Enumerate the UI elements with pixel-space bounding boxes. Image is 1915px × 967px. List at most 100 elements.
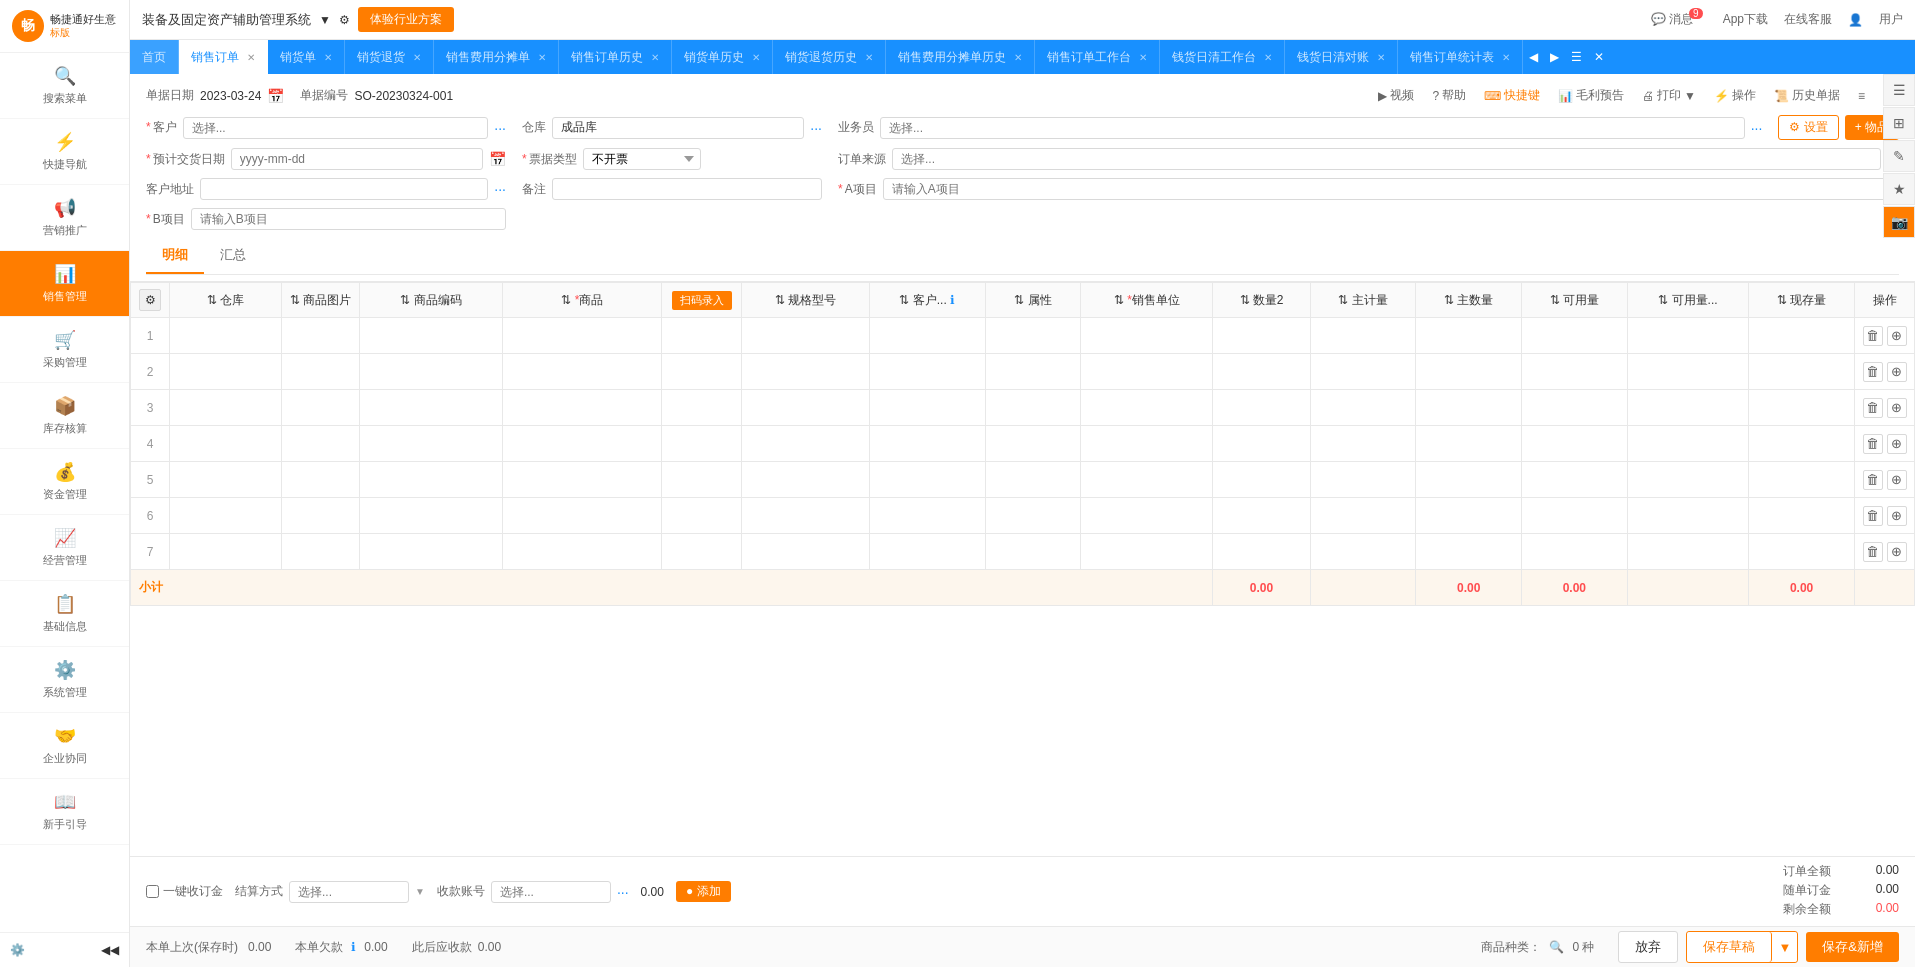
row-5-copy-icon[interactable]: ⊕ bbox=[1887, 470, 1907, 490]
row-7-copy-icon[interactable]: ⊕ bbox=[1887, 542, 1907, 562]
save-new-button[interactable]: 保存&新增 bbox=[1806, 932, 1899, 962]
row-4-customer-code[interactable] bbox=[869, 426, 985, 462]
row-6-main-unit[interactable] bbox=[1310, 498, 1416, 534]
settings-button[interactable]: ⚙ 设置 bbox=[1778, 115, 1838, 140]
sidebar-item-guide[interactable]: 📖 新手引导 bbox=[0, 779, 129, 845]
row-6-delete-icon[interactable]: 🗑 bbox=[1863, 506, 1883, 526]
add-account-button[interactable]: ● 添加 bbox=[676, 881, 731, 902]
scan-button[interactable]: 扫码录入 bbox=[672, 291, 732, 310]
row-3-product[interactable] bbox=[503, 390, 662, 426]
row-2-main-unit[interactable] bbox=[1310, 354, 1416, 390]
account-input[interactable] bbox=[491, 881, 611, 903]
sidebar-item-basic-info[interactable]: 📋 基础信息 bbox=[0, 581, 129, 647]
tab-sales-stats[interactable]: 销售订单统计表 ✕ bbox=[1398, 40, 1523, 74]
checkout-method-arrow-icon[interactable]: ▼ bbox=[415, 886, 425, 897]
tab-detail[interactable]: 明细 bbox=[146, 238, 204, 274]
row-3-main-unit[interactable] bbox=[1310, 390, 1416, 426]
tab-close-sales-return[interactable]: ✕ bbox=[413, 52, 421, 63]
auto-checkout-checkbox[interactable] bbox=[146, 885, 159, 898]
row-2-unit[interactable] bbox=[1081, 354, 1213, 390]
tab-sales-cost[interactable]: 销售费用分摊单 ✕ bbox=[434, 40, 559, 74]
row-6-spec[interactable] bbox=[742, 498, 869, 534]
row-7-product[interactable] bbox=[503, 534, 662, 570]
warehouse-input[interactable] bbox=[552, 117, 804, 139]
tab-order-workbench[interactable]: 销售订单工作台 ✕ bbox=[1035, 40, 1160, 74]
tab-return-history[interactable]: 销货退货历史 ✕ bbox=[773, 40, 886, 74]
row-4-spec[interactable] bbox=[742, 426, 869, 462]
auto-checkout-label[interactable]: 一键收订金 bbox=[146, 883, 223, 900]
row-1-unit[interactable] bbox=[1081, 318, 1213, 354]
row-7-main-qty[interactable] bbox=[1416, 534, 1522, 570]
tab-close-cost-history[interactable]: ✕ bbox=[1014, 52, 1022, 63]
side-btn-5[interactable]: 📷 bbox=[1883, 206, 1915, 238]
sidebar-item-system[interactable]: ⚙️ 系统管理 bbox=[0, 647, 129, 713]
sidebar-item-search[interactable]: 🔍 搜索菜单 bbox=[0, 53, 129, 119]
row-7-delete-icon[interactable]: 🗑 bbox=[1863, 542, 1883, 562]
row-5-delete-icon[interactable]: 🗑 bbox=[1863, 470, 1883, 490]
settings-gear-icon[interactable]: ⚙ bbox=[339, 13, 350, 27]
account-ellipsis-icon[interactable]: ··· bbox=[617, 884, 629, 900]
print-btn[interactable]: 🖨 打印 ▼ bbox=[1636, 84, 1702, 107]
sidebar-item-inventory[interactable]: 📦 库存核算 bbox=[0, 383, 129, 449]
tab-close-order-workbench[interactable]: ✕ bbox=[1139, 52, 1147, 63]
invoice-select[interactable]: 不开票 普通发票 增值税专用发票 bbox=[583, 148, 701, 170]
ops-btn[interactable]: ⚡ 操作 bbox=[1708, 84, 1762, 107]
row-5-main-unit[interactable] bbox=[1310, 462, 1416, 498]
b-project-input[interactable] bbox=[191, 208, 506, 230]
row-7-main-unit[interactable] bbox=[1310, 534, 1416, 570]
warehouse-ellipsis-icon[interactable]: ··· bbox=[810, 120, 822, 136]
row-3-customer-code[interactable] bbox=[869, 390, 985, 426]
row-7-spec[interactable] bbox=[742, 534, 869, 570]
row-5-warehouse[interactable] bbox=[170, 462, 282, 498]
print-dropdown-icon[interactable]: ▼ bbox=[1684, 89, 1696, 103]
row-6-code[interactable] bbox=[359, 498, 502, 534]
row-4-copy-icon[interactable]: ⊕ bbox=[1887, 434, 1907, 454]
address-ellipsis-icon[interactable]: ··· bbox=[494, 181, 506, 197]
customer-ellipsis-icon[interactable]: ··· bbox=[494, 120, 506, 136]
profit-btn[interactable]: 📊 毛利预告 bbox=[1552, 84, 1630, 107]
row-6-attr[interactable] bbox=[985, 498, 1081, 534]
row-1-qty2[interactable] bbox=[1213, 318, 1310, 354]
row-3-warehouse[interactable] bbox=[170, 390, 282, 426]
row-3-delete-icon[interactable]: 🗑 bbox=[1863, 398, 1883, 418]
row-1-customer-code[interactable] bbox=[869, 318, 985, 354]
tab-sales-invoice[interactable]: 销货单 ✕ bbox=[268, 40, 345, 74]
row-2-spec[interactable] bbox=[742, 354, 869, 390]
row-7-unit[interactable] bbox=[1081, 534, 1213, 570]
a-project-input[interactable] bbox=[883, 178, 1899, 200]
tab-close-sales-order-history[interactable]: ✕ bbox=[651, 52, 659, 63]
row-1-warehouse[interactable] bbox=[170, 318, 282, 354]
tab-close-all-icon[interactable]: ✕ bbox=[1588, 50, 1610, 64]
row-3-qty2[interactable] bbox=[1213, 390, 1310, 426]
dropdown-arrow-icon[interactable]: ▼ bbox=[319, 13, 331, 27]
table-scroll[interactable]: ⚙ ⇅ 仓库 ⇅ 商品图片 ⇅ 商品编码 ⇅ *商品 bbox=[130, 282, 1915, 826]
row-3-attr[interactable] bbox=[985, 390, 1081, 426]
row-3-main-qty[interactable] bbox=[1416, 390, 1522, 426]
tab-close-daily-reconcile[interactable]: ✕ bbox=[1377, 52, 1385, 63]
row-4-qty2[interactable] bbox=[1213, 426, 1310, 462]
tab-daily-reconcile[interactable]: 钱货日清对账 ✕ bbox=[1285, 40, 1398, 74]
side-btn-1[interactable]: ☰ bbox=[1883, 74, 1915, 106]
row-2-copy-icon[interactable]: ⊕ bbox=[1887, 362, 1907, 382]
sidebar-item-management[interactable]: 📈 经营管理 bbox=[0, 515, 129, 581]
row-4-delete-icon[interactable]: 🗑 bbox=[1863, 434, 1883, 454]
row-5-attr[interactable] bbox=[985, 462, 1081, 498]
side-btn-4[interactable]: ★ bbox=[1883, 173, 1915, 205]
tab-close-sales-order[interactable]: ✕ bbox=[247, 52, 255, 63]
row-7-warehouse[interactable] bbox=[170, 534, 282, 570]
row-5-main-qty[interactable] bbox=[1416, 462, 1522, 498]
delivery-input[interactable] bbox=[231, 148, 483, 170]
tab-close-sales-cost[interactable]: ✕ bbox=[538, 52, 546, 63]
sidebar-collapse-icon[interactable]: ◀◀ bbox=[101, 943, 119, 957]
sidebar-item-purchase[interactable]: 🛒 采购管理 bbox=[0, 317, 129, 383]
industry-solution-button[interactable]: 体验行业方案 bbox=[358, 7, 454, 32]
tab-sales-order[interactable]: 销售订单 ✕ bbox=[179, 40, 268, 74]
row-7-customer-code[interactable] bbox=[869, 534, 985, 570]
row-4-unit[interactable] bbox=[1081, 426, 1213, 462]
row-2-product[interactable] bbox=[503, 354, 662, 390]
tab-home[interactable]: 首页 bbox=[130, 40, 179, 74]
remark-input[interactable] bbox=[552, 178, 822, 200]
tab-sales-return[interactable]: 销货退货 ✕ bbox=[345, 40, 434, 74]
row-5-code[interactable] bbox=[359, 462, 502, 498]
sidebar-item-finance[interactable]: 💰 资金管理 bbox=[0, 449, 129, 515]
